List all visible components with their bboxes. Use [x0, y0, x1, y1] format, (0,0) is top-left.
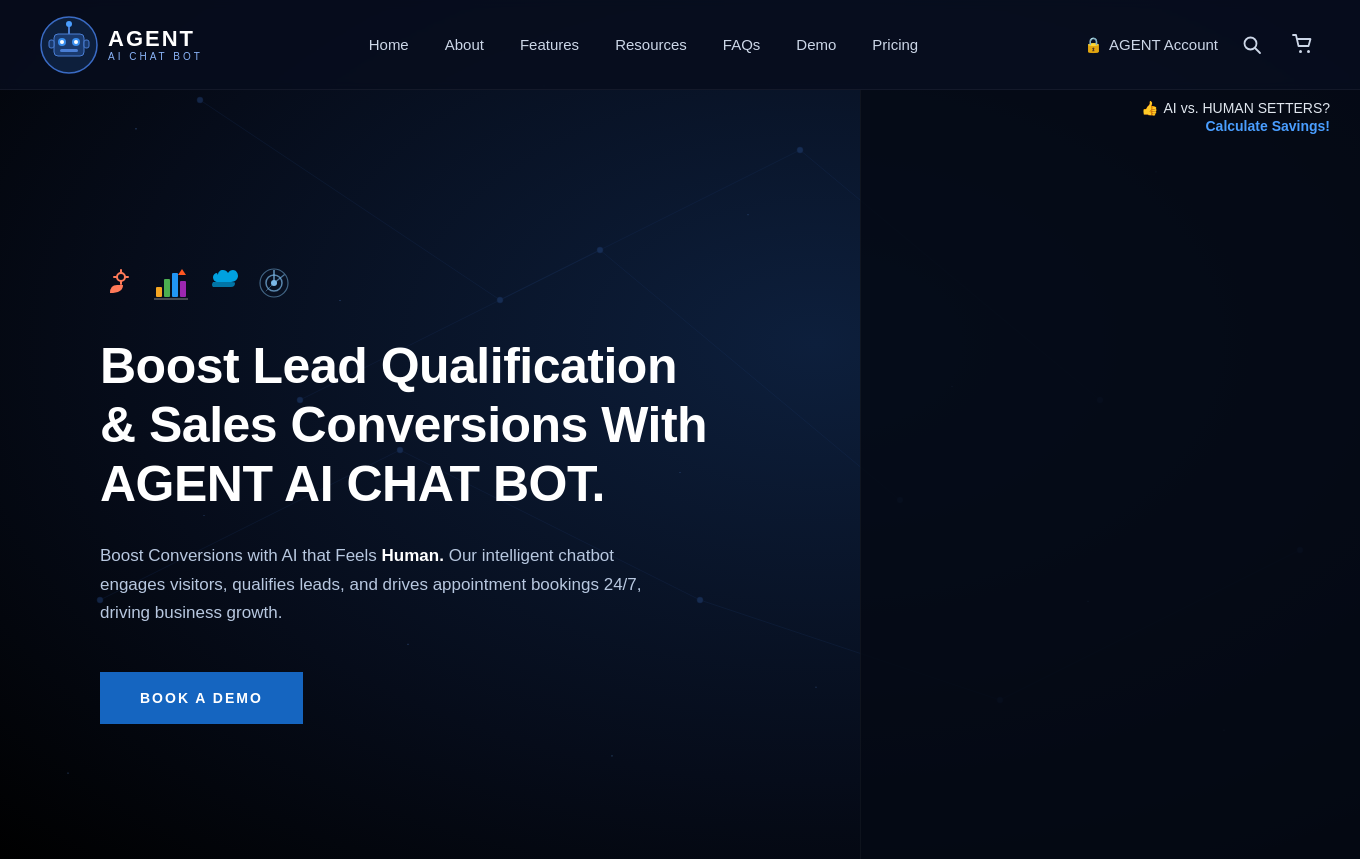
hero-section: Boost Lead Qualification & Sales Convers… [0, 90, 1360, 859]
svg-point-5 [74, 40, 78, 44]
nav-features[interactable]: Features [520, 36, 579, 53]
nav-home[interactable]: Home [369, 36, 409, 53]
svg-point-4 [60, 40, 64, 44]
svg-point-8 [66, 21, 72, 27]
integration-icons [100, 265, 707, 301]
promo-text: AI vs. HUMAN SETTERS? [1164, 100, 1330, 116]
hero-title-line2: & Sales Conversions With [100, 397, 707, 453]
book-demo-button[interactable]: BOOK A DEMO [100, 672, 303, 724]
account-label: AGENT Account [1109, 36, 1218, 53]
description-bold: Human. [382, 546, 444, 565]
search-icon [1242, 35, 1262, 55]
cart-icon [1292, 34, 1314, 56]
nav-links: Home About Features Resources FAQs Demo … [369, 36, 919, 54]
logo-text: AGENT AI CHAT BOT [108, 27, 203, 62]
svg-rect-23 [172, 273, 178, 297]
svg-rect-24 [180, 281, 186, 297]
promo-top: 👍 AI vs. HUMAN SETTERS? [1141, 100, 1330, 116]
salesforce-icon [204, 265, 240, 301]
svg-rect-21 [156, 287, 162, 297]
nav-pricing[interactable]: Pricing [872, 36, 918, 53]
svg-point-16 [117, 273, 125, 281]
nav-resources[interactable]: Resources [615, 36, 687, 53]
svg-rect-10 [84, 40, 89, 48]
hubspot-icon [100, 265, 136, 301]
nav-actions: 🔒 AGENT Account [1084, 30, 1320, 60]
navbar: AGENT AI CHAT BOT Home About Features Re… [0, 0, 1360, 90]
svg-point-15 [101, 266, 135, 300]
hero-description: Boost Conversions with AI that Feels Hum… [100, 542, 680, 629]
nav-about[interactable]: About [445, 36, 484, 53]
hero-title-line3: AGENT AI CHAT BOT. [100, 456, 605, 512]
nav-faqs[interactable]: FAQs [723, 36, 761, 53]
svg-rect-22 [164, 279, 170, 297]
svg-point-14 [1307, 50, 1310, 53]
logo-link[interactable]: AGENT AI CHAT BOT [40, 16, 203, 74]
cart-button[interactable] [1286, 30, 1320, 60]
description-prefix: Boost Conversions with AI that Feels [100, 546, 382, 565]
promo-savings-link[interactable]: Calculate Savings! [1141, 118, 1330, 134]
search-button[interactable] [1236, 31, 1268, 59]
nav-demo[interactable]: Demo [796, 36, 836, 53]
nav-account-link[interactable]: 🔒 AGENT Account [1084, 36, 1218, 54]
radar-icon [256, 265, 292, 301]
hero-title: Boost Lead Qualification & Sales Convers… [100, 337, 707, 514]
svg-rect-1 [54, 34, 84, 56]
hero-content: Boost Lead Qualification & Sales Convers… [100, 225, 707, 725]
thumbsup-icon: 👍 [1141, 100, 1158, 116]
promo-banner: 👍 AI vs. HUMAN SETTERS? Calculate Saving… [1141, 100, 1330, 134]
svg-line-12 [1255, 48, 1260, 53]
logo-icon [40, 16, 98, 74]
lock-icon: 🔒 [1084, 36, 1103, 54]
svg-rect-6 [60, 49, 78, 52]
svg-point-13 [1299, 50, 1302, 53]
logo-agent-text: AGENT [108, 27, 203, 51]
svg-rect-9 [49, 40, 54, 48]
hero-title-line1: Boost Lead Qualification [100, 338, 677, 394]
hero-video-panel [860, 90, 1360, 859]
barchart-icon [152, 265, 188, 301]
logo-sub-text: AI CHAT BOT [108, 51, 203, 62]
